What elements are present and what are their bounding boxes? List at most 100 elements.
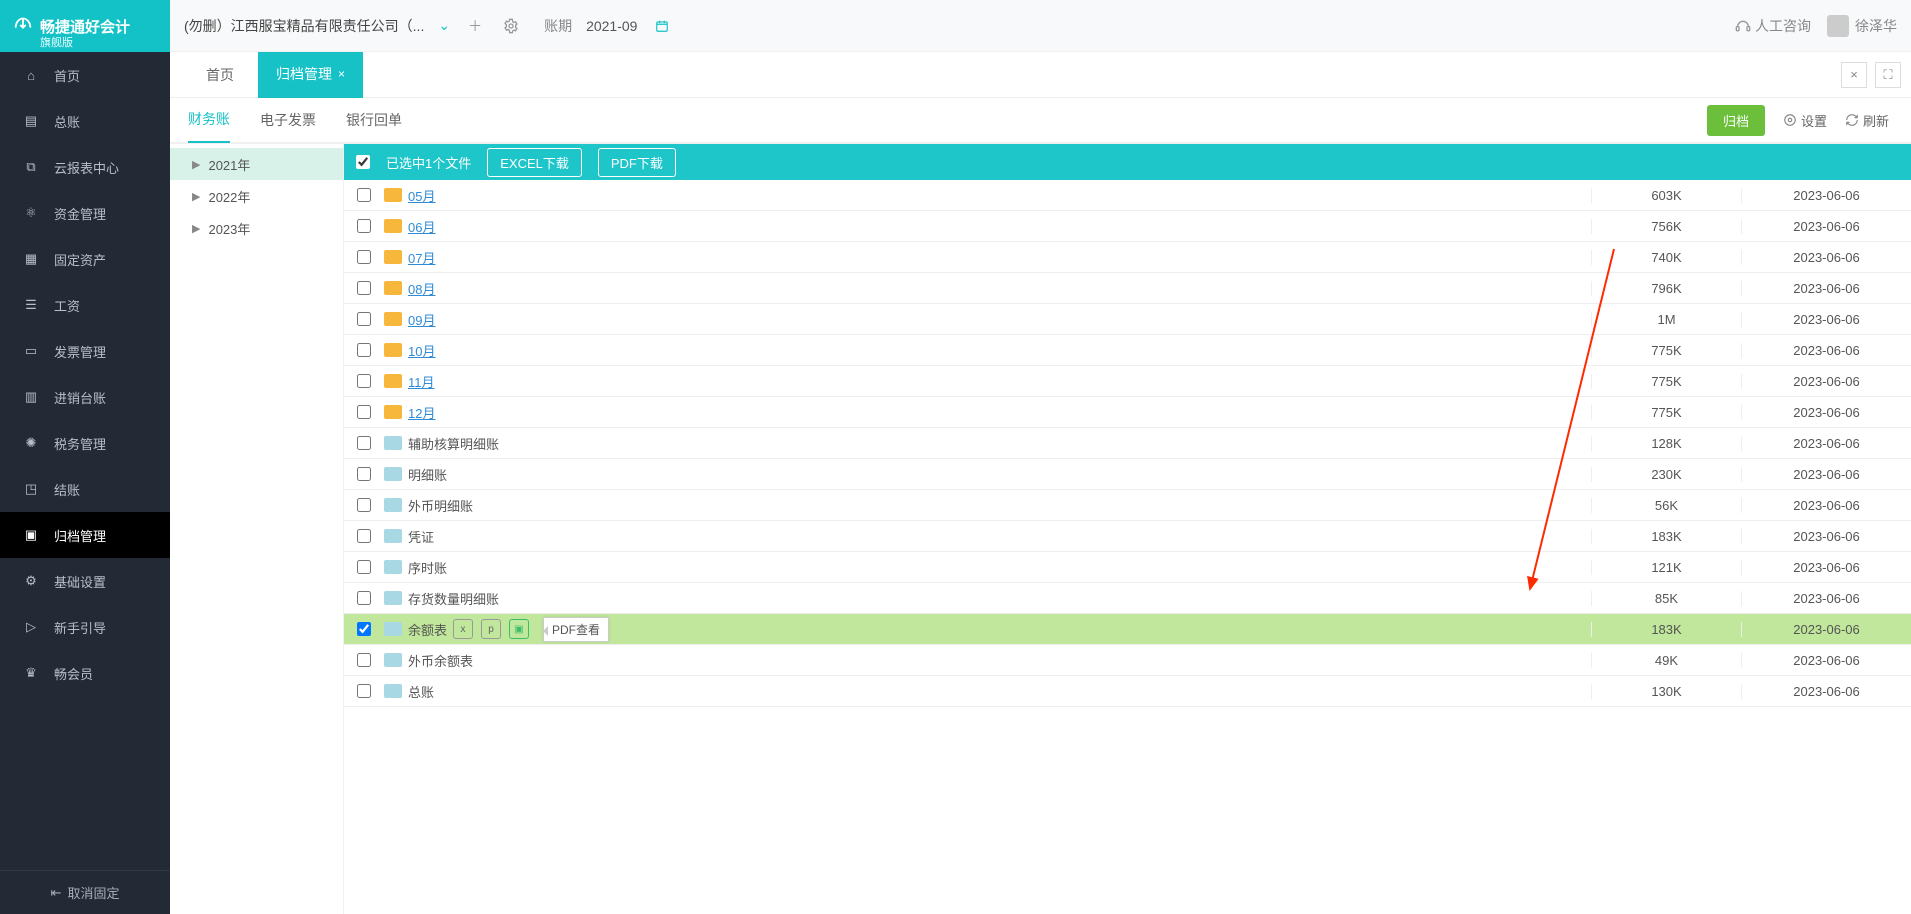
row-checkbox[interactable] [357, 281, 371, 295]
table-row[interactable]: 明细账230K2023-06-06 [344, 459, 1911, 490]
nav-item-ledger[interactable]: ▤总账 [0, 98, 170, 144]
file-name[interactable]: 12月 [408, 403, 435, 422]
table-row[interactable]: 07月740K2023-06-06 [344, 242, 1911, 273]
table-row[interactable]: 序时账121K2023-06-06 [344, 552, 1911, 583]
excel-download-button[interactable]: EXCEL下载 [487, 148, 582, 177]
nav-item-fund[interactable]: ⚛资金管理 [0, 190, 170, 236]
company-selector[interactable]: (勿删）江西服宝精品有限责任公司（... [184, 16, 424, 36]
table-row[interactable]: 余额表xp▣PDF查看183K2023-06-06 [344, 614, 1911, 645]
table-row[interactable]: 外币明细账56K2023-06-06 [344, 490, 1911, 521]
table-row[interactable]: 外币余额表49K2023-06-06 [344, 645, 1911, 676]
sub-tab-bank[interactable]: 银行回单 [346, 97, 402, 143]
file-name[interactable]: 10月 [408, 341, 435, 360]
sub-tab-einvoice[interactable]: 电子发票 [260, 97, 316, 143]
table-row[interactable]: 辅助核算明细账128K2023-06-06 [344, 428, 1911, 459]
table-row[interactable]: 08月796K2023-06-06 [344, 273, 1911, 304]
table-row[interactable]: 11月775K2023-06-06 [344, 366, 1911, 397]
nav-item-close[interactable]: ◳结账 [0, 466, 170, 512]
sub-tab-finance[interactable]: 财务账 [188, 97, 230, 143]
row-checkbox[interactable] [357, 343, 371, 357]
tree-item[interactable]: ▶2023年 [170, 212, 343, 244]
gear-icon[interactable] [500, 15, 522, 37]
close-icon[interactable]: × [338, 67, 345, 81]
row-checkbox[interactable] [357, 653, 371, 667]
brand-edition: 旗舰版 [40, 34, 73, 50]
row-checkbox[interactable] [357, 529, 371, 543]
unpin-label: 取消固定 [67, 883, 119, 902]
row-checkbox[interactable] [357, 560, 371, 574]
file-name[interactable]: 09月 [408, 310, 435, 329]
nav-item-tax[interactable]: ✺税务管理 [0, 420, 170, 466]
file-size: 49K [1591, 653, 1741, 668]
caret-icon: ▶ [192, 222, 200, 235]
file-name[interactable]: 07月 [408, 248, 435, 267]
tree-item[interactable]: ▶2021年 [170, 148, 343, 180]
file-name[interactable]: 06月 [408, 217, 435, 236]
table-row[interactable]: 05月603K2023-06-06 [344, 180, 1911, 211]
nav-item-invoice[interactable]: ▭发票管理 [0, 328, 170, 374]
file-name[interactable]: 05月 [408, 186, 435, 205]
add-icon[interactable]: ＋ [464, 15, 486, 37]
nav-item-vip[interactable]: ♛畅会员 [0, 650, 170, 696]
nav-item-asset[interactable]: ▦固定资产 [0, 236, 170, 282]
nav-item-archive[interactable]: ▣归档管理 [0, 512, 170, 558]
tree-item[interactable]: ▶2022年 [170, 180, 343, 212]
row-checkbox[interactable] [357, 498, 371, 512]
file-size: 56K [1591, 498, 1741, 513]
refresh-button[interactable]: 刷新 [1845, 111, 1889, 130]
pdf-download-icon[interactable]: p [481, 619, 501, 639]
calendar-icon[interactable] [651, 15, 673, 37]
row-checkbox[interactable] [357, 312, 371, 326]
file-date: 2023-06-06 [1741, 219, 1911, 234]
consult-button[interactable]: 人工咨询 [1735, 16, 1811, 36]
row-checkbox[interactable] [357, 250, 371, 264]
guide-icon: ▷ [22, 618, 40, 636]
row-checkbox[interactable] [357, 467, 371, 481]
nav-item-home[interactable]: ⌂首页 [0, 52, 170, 98]
nav-item-report[interactable]: ⧉云报表中心 [0, 144, 170, 190]
table-row[interactable]: 存货数量明细账85K2023-06-06 [344, 583, 1911, 614]
table-row[interactable]: 09月1M2023-06-06 [344, 304, 1911, 335]
tab-close-all[interactable]: × [1841, 62, 1867, 88]
excel-view-icon[interactable]: x [453, 619, 473, 639]
file-name[interactable]: 11月 [408, 372, 435, 391]
unpin-button[interactable]: ⇤ 取消固定 [0, 870, 170, 914]
file-name[interactable]: 08月 [408, 279, 435, 298]
file-name: 序时账 [408, 558, 447, 577]
user-menu[interactable]: 徐泽华 [1827, 15, 1897, 37]
pdf-download-button[interactable]: PDF下载 [598, 148, 676, 177]
folder-icon [384, 591, 402, 605]
row-checkbox[interactable] [357, 684, 371, 698]
row-checkbox[interactable] [357, 405, 371, 419]
company-chevron-icon[interactable]: ⌄ [438, 17, 450, 34]
row-checkbox[interactable] [357, 622, 371, 636]
file-date: 2023-06-06 [1741, 188, 1911, 203]
row-checkbox[interactable] [357, 374, 371, 388]
pdf-view-icon[interactable]: ▣ [509, 619, 529, 639]
folder-icon [384, 405, 402, 419]
row-checkbox[interactable] [357, 591, 371, 605]
tab-archive[interactable]: 归档管理× [258, 52, 363, 98]
row-checkbox[interactable] [357, 436, 371, 450]
select-all-checkbox[interactable] [356, 155, 370, 169]
file-date: 2023-06-06 [1741, 312, 1911, 327]
table-row[interactable]: 凭证183K2023-06-06 [344, 521, 1911, 552]
nav-item-guide[interactable]: ▷新手引导 [0, 604, 170, 650]
tab-home[interactable]: 首页 [188, 52, 252, 98]
salary-icon: ☰ [22, 296, 40, 314]
consult-label: 人工咨询 [1755, 16, 1811, 36]
file-size: 775K [1591, 405, 1741, 420]
archive-button[interactable]: 归档 [1707, 105, 1765, 136]
fullscreen-icon[interactable]: ⛶ [1875, 62, 1901, 88]
table-row[interactable]: 06月756K2023-06-06 [344, 211, 1911, 242]
period-value[interactable]: 2021-09 [586, 18, 637, 34]
row-checkbox[interactable] [357, 219, 371, 233]
table-row[interactable]: 总账130K2023-06-06 [344, 676, 1911, 707]
nav-item-stock[interactable]: ▥进销台账 [0, 374, 170, 420]
row-checkbox[interactable] [357, 188, 371, 202]
nav-item-setting[interactable]: ⚙基础设置 [0, 558, 170, 604]
nav-item-salary[interactable]: ☰工资 [0, 282, 170, 328]
settings-button[interactable]: 设置 [1783, 111, 1827, 130]
table-row[interactable]: 10月775K2023-06-06 [344, 335, 1911, 366]
table-row[interactable]: 12月775K2023-06-06 [344, 397, 1911, 428]
